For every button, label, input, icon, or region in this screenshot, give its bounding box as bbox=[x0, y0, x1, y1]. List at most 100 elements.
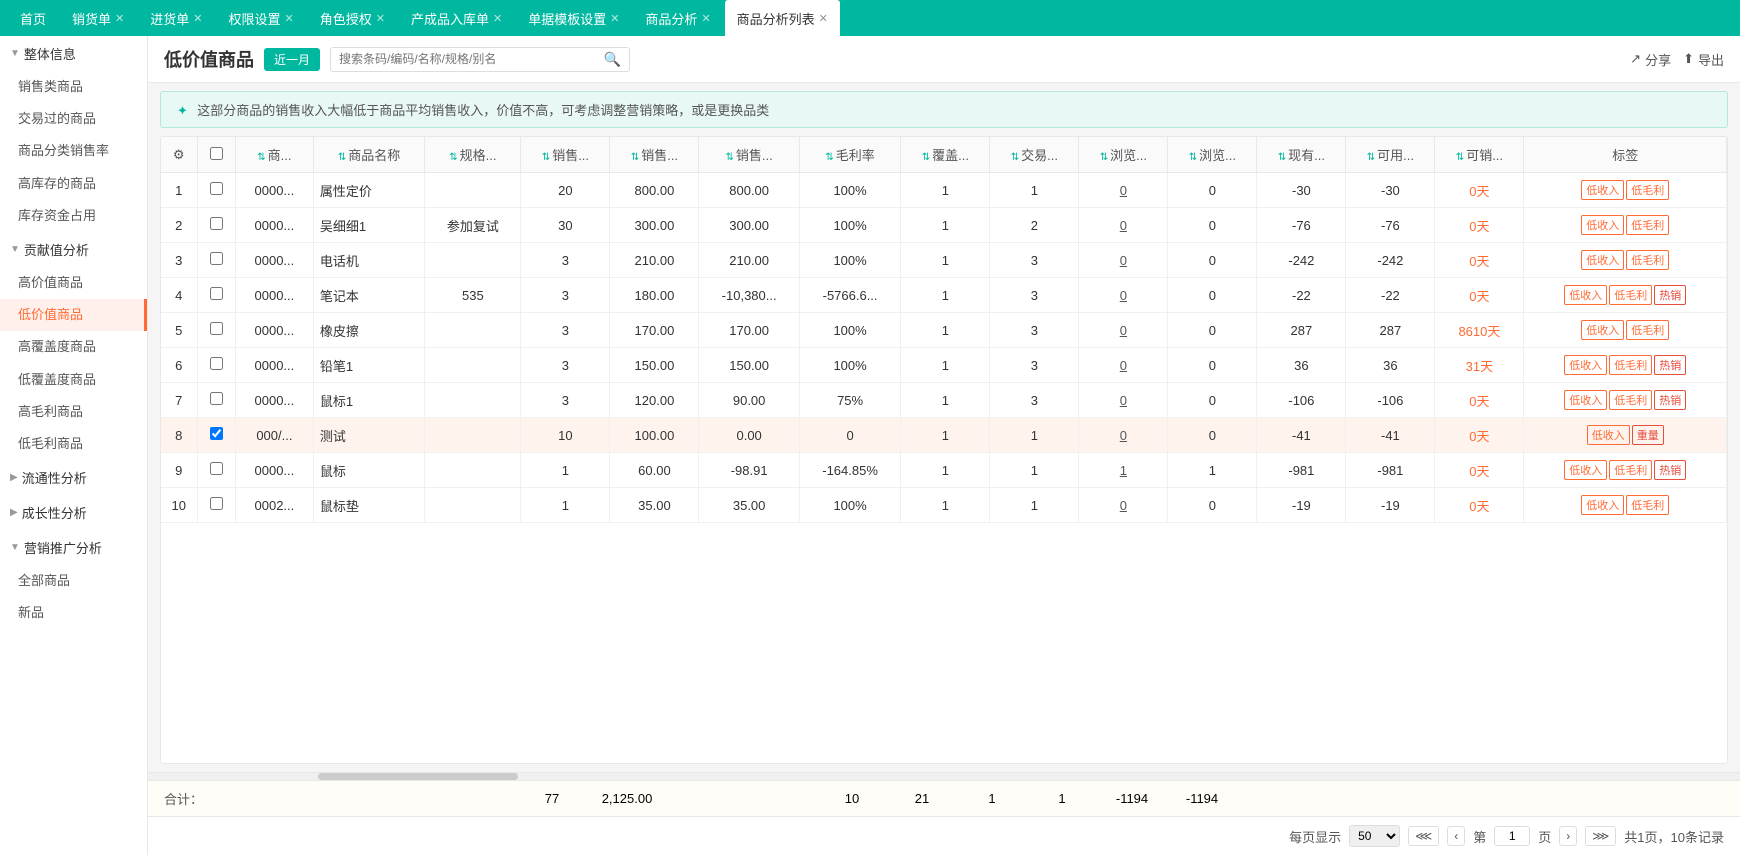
checkbox-column-header[interactable] bbox=[197, 137, 235, 173]
row-checkbox[interactable] bbox=[197, 173, 235, 208]
first-page-button[interactable]: ⋘ bbox=[1408, 826, 1439, 846]
search-input[interactable] bbox=[339, 52, 604, 66]
row-select-checkbox[interactable] bbox=[210, 427, 223, 440]
nav-template-settings[interactable]: 单据模板设置 ✕ bbox=[516, 0, 631, 36]
row-browse1[interactable]: 1 bbox=[1079, 453, 1168, 488]
current-column-header[interactable]: ⇅现有... bbox=[1257, 137, 1346, 173]
row-select-checkbox[interactable] bbox=[210, 182, 223, 195]
row-name[interactable]: 吴细细1 bbox=[313, 208, 424, 243]
row-browse1[interactable]: 0 bbox=[1079, 488, 1168, 523]
nav-sales-order[interactable]: 销货单 ✕ bbox=[60, 0, 136, 36]
sidebar-group-overall[interactable]: ▼ 整体信息 bbox=[0, 36, 147, 71]
sidebar-item-high-value[interactable]: 高价值商品 bbox=[0, 267, 147, 299]
browse-link[interactable]: 0 bbox=[1120, 358, 1127, 373]
nav-purchase-order[interactable]: 进货单 ✕ bbox=[138, 0, 214, 36]
nav-product-in[interactable]: 产成品入库单 ✕ bbox=[399, 0, 514, 36]
row-checkbox[interactable] bbox=[197, 208, 235, 243]
row-select-checkbox[interactable] bbox=[210, 462, 223, 475]
code-column-header[interactable]: ⇅商... bbox=[235, 137, 313, 173]
search-icon[interactable]: 🔍 bbox=[604, 51, 621, 68]
saleable-column-header[interactable]: ⇅可销... bbox=[1435, 137, 1524, 173]
row-browse1[interactable]: 0 bbox=[1079, 313, 1168, 348]
row-name[interactable]: 鼠标 bbox=[313, 453, 424, 488]
spec-column-header[interactable]: ⇅规格... bbox=[425, 137, 521, 173]
close-icon[interactable]: ✕ bbox=[376, 12, 385, 25]
row-browse1[interactable]: 0 bbox=[1079, 173, 1168, 208]
row-checkbox[interactable] bbox=[197, 348, 235, 383]
row-browse1[interactable]: 0 bbox=[1079, 418, 1168, 453]
sales3-column-header[interactable]: ⇅销售... bbox=[699, 137, 799, 173]
nav-home[interactable]: 首页 bbox=[8, 0, 58, 36]
row-browse1[interactable]: 0 bbox=[1079, 208, 1168, 243]
close-icon[interactable]: ✕ bbox=[610, 12, 619, 25]
sidebar-item-category-sales[interactable]: 商品分类销售率 bbox=[0, 135, 147, 167]
sidebar-group-circulation[interactable]: ▶ 流通性分析 bbox=[0, 460, 147, 495]
row-browse1[interactable]: 0 bbox=[1079, 243, 1168, 278]
row-select-checkbox[interactable] bbox=[210, 497, 223, 510]
sidebar-item-low-margin[interactable]: 低毛利商品 bbox=[0, 428, 147, 460]
scrollbar-thumb[interactable] bbox=[318, 773, 518, 780]
browse-link[interactable]: 1 bbox=[1120, 463, 1127, 478]
browse-link[interactable]: 0 bbox=[1120, 323, 1127, 338]
usable-column-header[interactable]: ⇅可用... bbox=[1346, 137, 1435, 173]
nav-product-analysis[interactable]: 商品分析 ✕ bbox=[633, 0, 722, 36]
next-page-button[interactable]: › bbox=[1559, 826, 1577, 846]
browse-link[interactable]: 0 bbox=[1120, 183, 1127, 198]
row-checkbox[interactable] bbox=[197, 278, 235, 313]
row-name[interactable]: 鼠标1 bbox=[313, 383, 424, 418]
row-browse1[interactable]: 0 bbox=[1079, 278, 1168, 313]
row-checkbox[interactable] bbox=[197, 383, 235, 418]
browse2-column-header[interactable]: ⇅浏览... bbox=[1168, 137, 1257, 173]
row-checkbox[interactable] bbox=[197, 418, 235, 453]
browse-link[interactable]: 0 bbox=[1120, 218, 1127, 233]
page-number-input[interactable] bbox=[1494, 826, 1530, 846]
browse-link[interactable]: 0 bbox=[1120, 253, 1127, 268]
sales2-column-header[interactable]: ⇅销售... bbox=[610, 137, 699, 173]
row-select-checkbox[interactable] bbox=[210, 357, 223, 370]
page-size-select[interactable]: 50 100 bbox=[1349, 825, 1400, 847]
row-browse1[interactable]: 0 bbox=[1079, 348, 1168, 383]
row-name[interactable]: 测试 bbox=[313, 418, 424, 453]
sidebar-item-all-products[interactable]: 全部商品 bbox=[0, 565, 147, 597]
row-name[interactable]: 鼠标垫 bbox=[313, 488, 424, 523]
close-icon[interactable]: ✕ bbox=[115, 12, 124, 25]
browse1-column-header[interactable]: ⇅浏览... bbox=[1079, 137, 1168, 173]
sidebar-item-traded-products[interactable]: 交易过的商品 bbox=[0, 103, 147, 135]
sidebar-group-growth[interactable]: ▶ 成长性分析 bbox=[0, 495, 147, 530]
trade-column-header[interactable]: ⇅交易... bbox=[990, 137, 1079, 173]
sidebar-item-high-margin[interactable]: 高毛利商品 bbox=[0, 396, 147, 428]
row-name[interactable]: 电话机 bbox=[313, 243, 424, 278]
prev-page-button[interactable]: ‹ bbox=[1447, 826, 1465, 846]
browse-link[interactable]: 0 bbox=[1120, 288, 1127, 303]
sidebar-item-low-coverage[interactable]: 低覆盖度商品 bbox=[0, 364, 147, 396]
sales1-column-header[interactable]: ⇅销售... bbox=[521, 137, 610, 173]
sidebar-item-sales-products[interactable]: 销售类商品 bbox=[0, 71, 147, 103]
sidebar-item-high-coverage[interactable]: 高覆盖度商品 bbox=[0, 331, 147, 363]
export-button[interactable]: ⬆ 导出 bbox=[1683, 50, 1724, 69]
row-select-checkbox[interactable] bbox=[210, 217, 223, 230]
browse-link[interactable]: 0 bbox=[1120, 498, 1127, 513]
sidebar-item-high-stock[interactable]: 高库存的商品 bbox=[0, 168, 147, 200]
sidebar-item-stock-capital[interactable]: 库存资金占用 bbox=[0, 200, 147, 232]
row-name[interactable]: 橡皮擦 bbox=[313, 313, 424, 348]
browse-link[interactable]: 0 bbox=[1120, 428, 1127, 443]
sidebar-group-contribution[interactable]: ▼ 贡献值分析 bbox=[0, 232, 147, 267]
row-name[interactable]: 笔记本 bbox=[313, 278, 424, 313]
sidebar-group-marketing[interactable]: ▼ 营销推广分析 bbox=[0, 530, 147, 565]
row-name[interactable]: 铅笔1 bbox=[313, 348, 424, 383]
row-checkbox[interactable] bbox=[197, 313, 235, 348]
row-browse1[interactable]: 0 bbox=[1079, 383, 1168, 418]
horizontal-scrollbar[interactable] bbox=[148, 772, 1740, 780]
row-select-checkbox[interactable] bbox=[210, 287, 223, 300]
sidebar-item-low-value[interactable]: 低价值商品 bbox=[0, 299, 147, 331]
row-checkbox[interactable] bbox=[197, 488, 235, 523]
margin-column-header[interactable]: ⇅毛利率 bbox=[799, 137, 900, 173]
name-column-header[interactable]: ⇅商品名称 bbox=[313, 137, 424, 173]
close-icon[interactable]: ✕ bbox=[193, 12, 202, 25]
row-select-checkbox[interactable] bbox=[210, 252, 223, 265]
select-all-checkbox[interactable] bbox=[210, 147, 223, 160]
row-checkbox[interactable] bbox=[197, 453, 235, 488]
nav-role-auth[interactable]: 角色授权 ✕ bbox=[308, 0, 397, 36]
browse-link[interactable]: 0 bbox=[1120, 393, 1127, 408]
close-icon[interactable]: ✕ bbox=[701, 12, 710, 25]
